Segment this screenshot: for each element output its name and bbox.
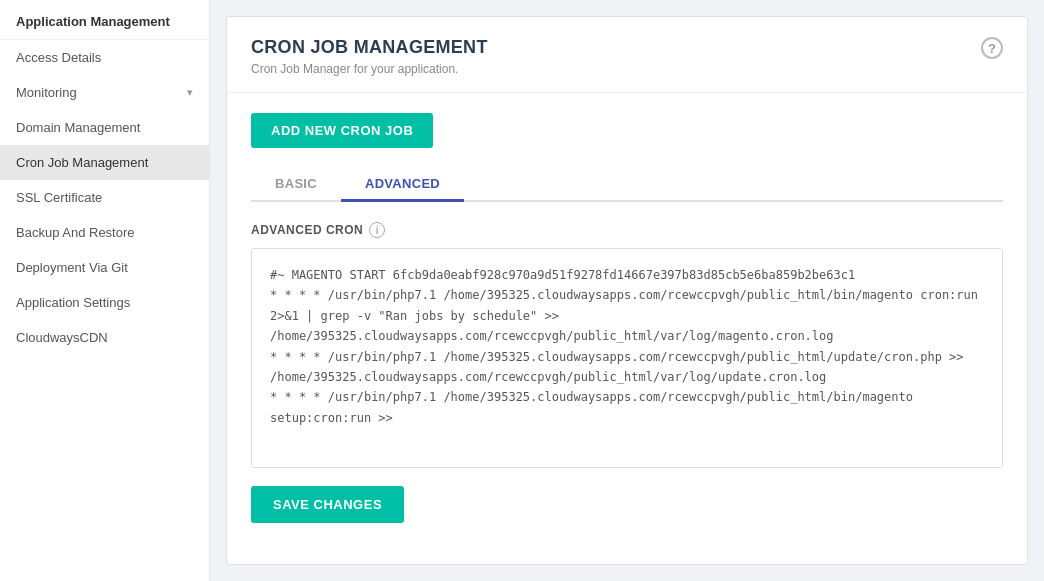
- sidebar-item-cloudwayscdn[interactable]: CloudwaysCDN: [0, 320, 209, 355]
- sidebar-item-domain-management[interactable]: Domain Management: [0, 110, 209, 145]
- sidebar-item-label: Domain Management: [16, 120, 140, 135]
- sidebar-item-cron-job-management[interactable]: Cron Job Management: [0, 145, 209, 180]
- cron-textarea[interactable]: [252, 249, 1002, 467]
- cron-textarea-wrapper: [251, 248, 1003, 468]
- section-info-icon[interactable]: i: [369, 222, 385, 238]
- tabs-container: BASICADVANCED: [251, 168, 1003, 202]
- sidebar: Application Management Access Details Mon…: [0, 0, 210, 581]
- page-subtitle: Cron Job Manager for your application.: [251, 62, 488, 76]
- sidebar-item-label: Deployment Via Git: [16, 260, 128, 275]
- header-left: CRON JOB MANAGEMENT Cron Job Manager for…: [251, 37, 488, 76]
- sidebar-item-application-settings[interactable]: Application Settings: [0, 285, 209, 320]
- main-body: ADD NEW CRON JOB BASICADVANCED ADVANCED …: [227, 93, 1027, 564]
- help-icon[interactable]: ?: [981, 37, 1003, 59]
- sidebar-item-access-details[interactable]: Access Details: [0, 40, 209, 75]
- sidebar-item-backup-and-restore[interactable]: Backup And Restore: [0, 215, 209, 250]
- sidebar-item-label: Access Details: [16, 50, 101, 65]
- section-label: ADVANCED CRON i: [251, 222, 1003, 238]
- sidebar-item-label: CloudwaysCDN: [16, 330, 108, 345]
- sidebar-item-ssl-certificate[interactable]: SSL Certificate: [0, 180, 209, 215]
- sidebar-title: Application Management: [0, 0, 209, 40]
- sidebar-item-label: Backup And Restore: [16, 225, 135, 240]
- main-panel: CRON JOB MANAGEMENT Cron Job Manager for…: [226, 16, 1028, 565]
- sidebar-item-label: Cron Job Management: [16, 155, 148, 170]
- tab-basic[interactable]: BASIC: [251, 168, 341, 202]
- main-header: CRON JOB MANAGEMENT Cron Job Manager for…: [227, 17, 1027, 93]
- sidebar-item-deployment-via-git[interactable]: Deployment Via Git: [0, 250, 209, 285]
- chevron-down-icon: ▾: [187, 86, 193, 99]
- page-title: CRON JOB MANAGEMENT: [251, 37, 488, 58]
- add-cron-job-button[interactable]: ADD NEW CRON JOB: [251, 113, 433, 148]
- tab-advanced[interactable]: ADVANCED: [341, 168, 464, 202]
- sidebar-item-label: Monitoring: [16, 85, 77, 100]
- sidebar-item-label: SSL Certificate: [16, 190, 102, 205]
- sidebar-item-monitoring[interactable]: Monitoring ▾: [0, 75, 209, 110]
- sidebar-item-label: Application Settings: [16, 295, 130, 310]
- save-changes-button[interactable]: SAVE CHANGES: [251, 486, 404, 523]
